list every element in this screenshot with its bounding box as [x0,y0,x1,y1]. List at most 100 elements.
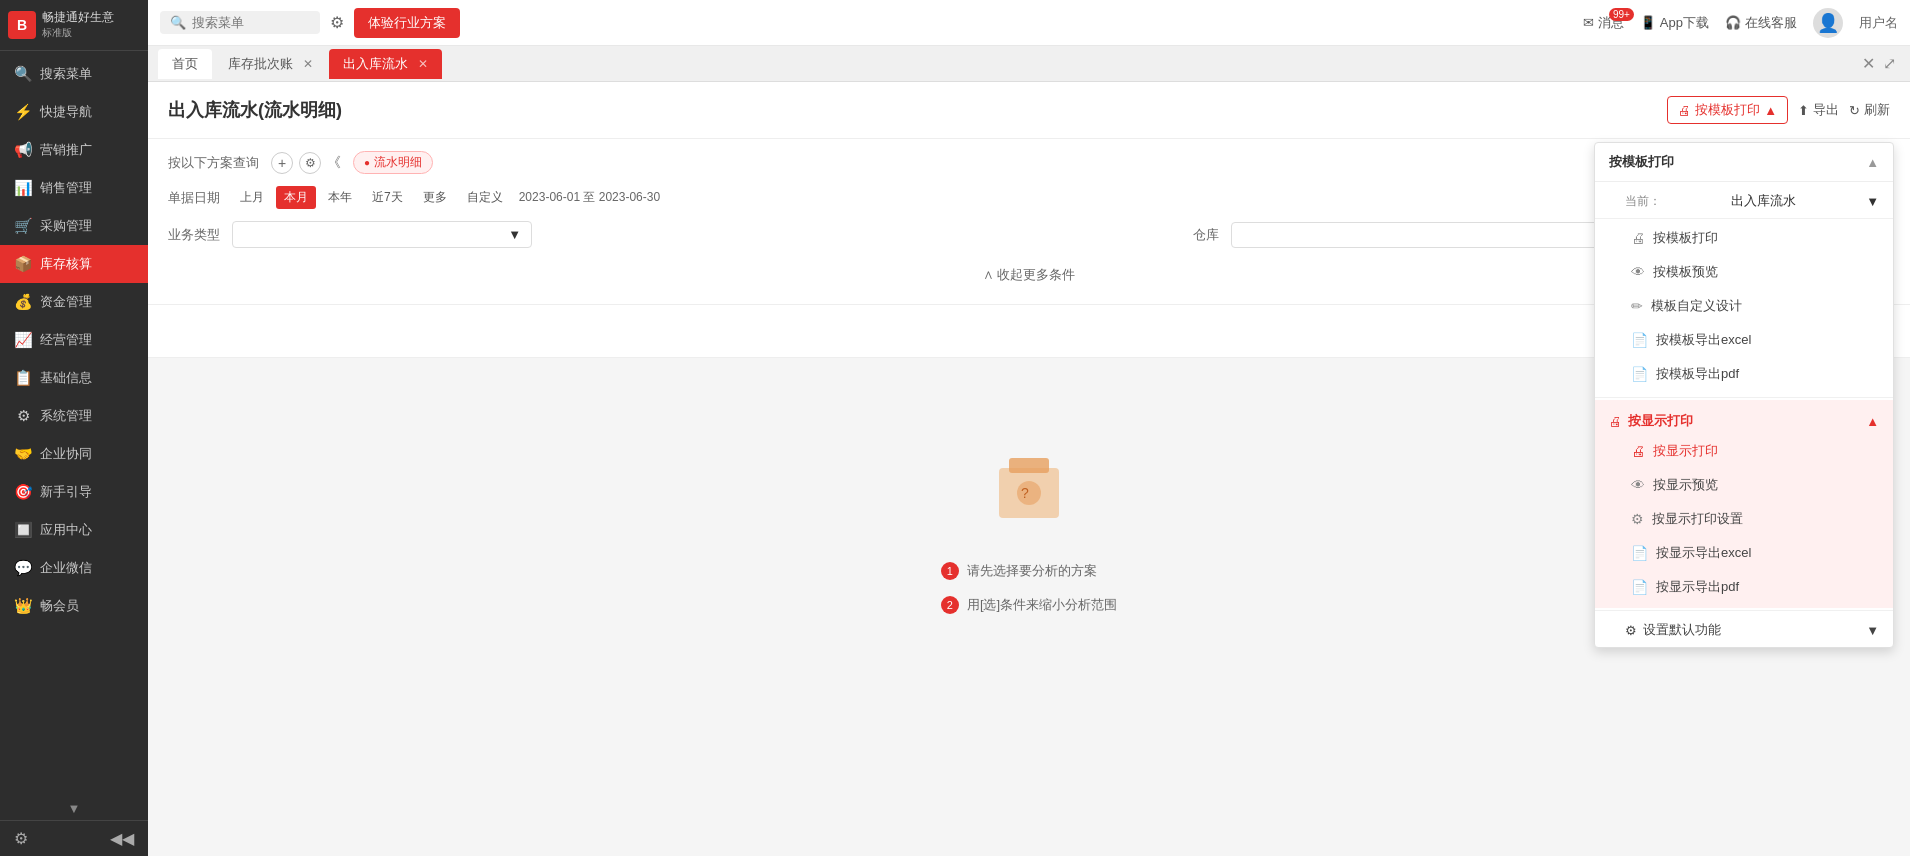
inventory-icon: 📦 [14,255,32,273]
user-avatar[interactable]: 👤 [1813,8,1843,38]
app-logo: B [8,11,36,39]
date-opt-last-month[interactable]: 上月 [232,186,272,209]
footer-collapse-icon[interactable]: ◀◀ [110,829,134,848]
wechat-icon: 💬 [14,559,32,577]
display-section: 🖨 按显示打印 ▲ 🖨 按显示打印 👁 按显示预览 ⚙ [1595,400,1893,608]
preview-icon-2: 👁 [1631,477,1645,493]
display-export-excel-item[interactable]: 📄 按显示导出excel [1595,536,1893,570]
filter-add-button[interactable]: + [271,152,293,174]
current-value: 出入库流水 [1731,192,1796,210]
sidebar-item-search[interactable]: 🔍 搜索菜单 [0,55,148,93]
template-export-excel-item[interactable]: 📄 按模板导出excel [1595,323,1893,357]
display-section-header[interactable]: 🖨 按显示打印 ▲ [1595,404,1893,434]
sidebar-item-enterprise[interactable]: 🤝 企业协同 [0,435,148,473]
sidebar-item-vip[interactable]: 👑 畅会员 [0,587,148,625]
page-title: 出入库流水(流水明细) [168,98,342,136]
online-service-label: 在线客服 [1745,14,1797,32]
sales-icon: 📊 [14,179,32,197]
filter-actions: + ⚙ 《 [271,152,341,174]
refresh-icon: ↻ [1849,103,1860,118]
template-print-panel: 按模板打印 ▲ 当前： 出入库流水 ▼ 🖨 按模板打印 👁 [1594,142,1894,648]
sidebar-item-basics[interactable]: 📋 基础信息 [0,359,148,397]
template-custom-item[interactable]: ✏ 模板自定义设计 [1595,289,1893,323]
headset-icon: 🎧 [1725,15,1741,30]
panel-collapse-icon[interactable]: ▲ [1866,155,1879,170]
window-close-icon[interactable]: ✕ [1862,54,1875,73]
page-header: 出入库流水(流水明细) 🖨 按模板打印 ▲ ⬆ 导出 ↻ [148,82,1910,139]
template-preview-item-label: 按模板预览 [1653,263,1718,281]
export-button[interactable]: ⬆ 导出 [1798,101,1839,119]
app-download-button[interactable]: 📱 App下载 [1640,14,1709,32]
message-button[interactable]: ✉ 消息 99+ [1583,14,1624,32]
tab-inventory-batch-label: 库存批次账 [228,55,293,73]
sidebar-item-label: 资金管理 [40,293,92,311]
display-preview-item[interactable]: 👁 按显示预览 [1595,468,1893,502]
tab-home[interactable]: 首页 [158,49,212,79]
filter-settings-button[interactable]: ⚙ [299,152,321,174]
date-opt-this-year[interactable]: 本年 [320,186,360,209]
display-print-settings-item[interactable]: ⚙ 按显示打印设置 [1595,502,1893,536]
template-export-pdf-item[interactable]: 📄 按模板导出pdf [1595,357,1893,391]
app-center-icon: 🔲 [14,521,32,539]
svg-text:?: ? [1021,485,1029,501]
template-custom-item-label: 模板自定义设计 [1651,297,1742,315]
date-opt-this-month[interactable]: 本月 [276,186,316,209]
filter-collapse-button[interactable]: 《 [327,154,341,172]
online-service-button[interactable]: 🎧 在线客服 [1725,14,1797,32]
tab-inventory-batch-close[interactable]: ✕ [303,57,313,71]
sidebar-item-purchase[interactable]: 🛒 采购管理 [0,207,148,245]
message-icon: ✉ [1583,15,1594,30]
sidebar-item-label: 采购管理 [40,217,92,235]
display-print-item[interactable]: 🖨 按显示打印 [1595,434,1893,468]
date-opt-custom[interactable]: 自定义 [459,186,511,209]
business-type-dropdown[interactable]: ▼ [232,221,532,248]
search-input[interactable] [192,15,292,30]
set-default-item[interactable]: ⚙ 设置默认功能 ▼ [1595,613,1893,647]
sidebar-item-quick-nav[interactable]: ⚡ 快捷导航 [0,93,148,131]
app-name: 畅捷通好生意 [42,10,114,26]
refresh-button[interactable]: ↻ 刷新 [1849,101,1890,119]
footer-settings-icon[interactable]: ⚙ [14,829,28,848]
operations-icon: 📈 [14,331,32,349]
template-print-item[interactable]: 🖨 按模板打印 [1595,221,1893,255]
sidebar-footer: ⚙ ◀◀ [0,820,148,856]
current-template-item: 当前： 出入库流水 ▼ [1595,186,1893,216]
sidebar-item-operations[interactable]: 📈 经营管理 [0,321,148,359]
template-export-excel-label: 按模板导出excel [1656,331,1751,349]
sidebar: B 畅捷通好生意 标准版 🔍 搜索菜单 ⚡ 快捷导航 📢 营销推广 📊 销 [0,0,148,856]
sidebar-scroll-down[interactable]: ▼ [0,797,148,820]
filter-scheme-tag[interactable]: ● 流水明细 [353,151,433,174]
display-export-pdf-item[interactable]: 📄 按显示导出pdf [1595,570,1893,604]
template-print-button[interactable]: 🖨 按模板打印 ▲ [1667,96,1788,124]
sidebar-item-label: 营销推广 [40,141,92,159]
sidebar-item-finance[interactable]: 💰 资金管理 [0,283,148,321]
tab-inout-flow-close[interactable]: ✕ [418,57,428,71]
refresh-label: 刷新 [1864,101,1890,119]
sidebar-item-sales[interactable]: 📊 销售管理 [0,169,148,207]
sidebar-item-guide[interactable]: 🎯 新手引导 [0,473,148,511]
sidebar-item-app-center[interactable]: 🔲 应用中心 [0,511,148,549]
date-opt-more[interactable]: 更多 [415,186,455,209]
date-label: 单据日期 [168,189,220,207]
sidebar-item-label: 企业协同 [40,445,92,463]
display-export-excel-label: 按显示导出excel [1656,544,1751,562]
date-opt-last-7-days[interactable]: 近7天 [364,186,411,209]
sidebar-item-system[interactable]: ⚙ 系统管理 [0,397,148,435]
tab-inventory-batch[interactable]: 库存批次账 ✕ [214,49,327,79]
industry-button[interactable]: 体验行业方案 [354,8,460,38]
content-wrapper: 首页 库存批次账 ✕ 出入库流水 ✕ ✕ ⤢ 出入库流 [148,46,1910,856]
current-chevron: ▼ [1866,194,1879,209]
display-print-section-icon: 🖨 [1609,414,1622,429]
sidebar-item-marketing[interactable]: 📢 营销推广 [0,131,148,169]
template-preview-item[interactable]: 👁 按模板预览 [1595,255,1893,289]
topbar-search-box[interactable]: 🔍 [160,11,320,34]
svg-rect-1 [1009,458,1049,473]
tab-inout-flow[interactable]: 出入库流水 ✕ [329,49,442,79]
topbar-gear-icon[interactable]: ⚙ [330,13,344,32]
window-expand-icon[interactable]: ⤢ [1883,54,1896,73]
sidebar-header: B 畅捷通好生意 标准版 [0,0,148,51]
sidebar-item-inventory[interactable]: 📦 库存核算 [0,245,148,283]
divider-1 [1595,218,1893,219]
sidebar-item-wechat[interactable]: 💬 企业微信 [0,549,148,587]
display-print-label: 按显示打印 [1653,442,1718,460]
